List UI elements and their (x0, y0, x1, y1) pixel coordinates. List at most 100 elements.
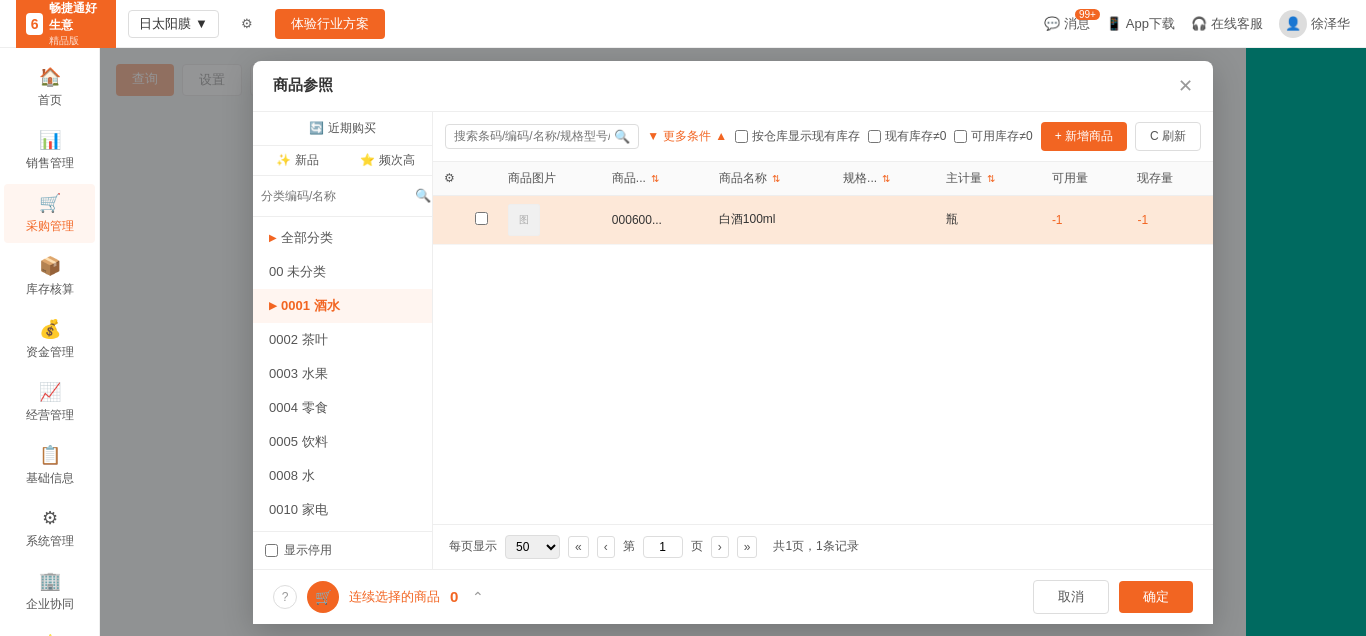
sidebar-item-operation[interactable]: 📈 经营管理 (4, 373, 95, 432)
col-available: 可用量 (1042, 162, 1128, 196)
page-number-input[interactable] (643, 536, 683, 558)
category-item-uncategorized[interactable]: 00 未分类 (253, 255, 432, 289)
confirm-button[interactable]: 确定 (1119, 581, 1193, 613)
col-spec[interactable]: 规格... ⇅ (833, 162, 936, 196)
first-page-button[interactable]: « (568, 536, 589, 558)
category-item-tea[interactable]: 0002 茶叶 (253, 323, 432, 357)
category-tabs-2: ✨ 新品 ⭐ 频次高 (253, 146, 432, 176)
table-row[interactable]: 图 000600... 白酒100ml 瓶 -1 -1 (433, 195, 1213, 244)
enterprise-icon: 🏢 (39, 570, 61, 592)
sort-code-icon: ⇅ (651, 173, 659, 184)
prev-page-button[interactable]: ‹ (597, 536, 615, 558)
sidebar-item-system[interactable]: ⚙ 系统管理 (4, 499, 95, 558)
main-layout: 🏠 首页 📊 销售管理 🛒 采购管理 📦 库存核算 💰 资金管理 📈 经营管理 … (0, 48, 1366, 636)
row-checkbox[interactable] (465, 195, 498, 244)
page-total: 共1页，1条记录 (773, 538, 858, 555)
purchase-icon: 🛒 (39, 192, 61, 214)
sidebar-item-basic[interactable]: 📋 基础信息 (4, 436, 95, 495)
sidebar-item-enterprise[interactable]: 🏢 企业协同 (4, 562, 95, 621)
search-icon[interactable]: 🔍 (415, 188, 431, 203)
available-stock-checkbox[interactable] (868, 130, 881, 143)
filter-button[interactable]: ▼ 更多条件 ▲ (647, 128, 727, 145)
tab-recent[interactable]: 🔄 近期购买 (253, 112, 432, 145)
row-name: 白酒100ml (709, 195, 833, 244)
sidebar-item-guide[interactable]: 🌟 新手引导 (4, 625, 95, 636)
col-checkbox (465, 162, 498, 196)
show-disabled-label: 显示停用 (284, 542, 332, 559)
row-select-checkbox[interactable] (475, 212, 488, 225)
sidebar: 🏠 首页 📊 销售管理 🛒 采购管理 📦 库存核算 💰 资金管理 📈 经营管理 … (0, 48, 100, 636)
add-product-button[interactable]: + 新增商品 (1041, 122, 1127, 151)
warehouse-stock-checkbox[interactable] (735, 130, 748, 143)
experience-button[interactable]: 体验行业方案 (275, 9, 385, 39)
category-item-drinks[interactable]: 0005 饮料 (253, 425, 432, 459)
sidebar-item-label: 基础信息 (26, 470, 74, 487)
filter-up-icon: ▲ (715, 129, 727, 143)
per-page-select[interactable]: 50 10 20 100 (505, 535, 560, 559)
category-list: ▶ 全部分类 00 未分类 ▶ 0001 酒水 0002 茶 (253, 217, 432, 531)
checkbox-usable-stock[interactable]: 可用库存≠0 (954, 128, 1032, 145)
app-download-button[interactable]: 📱 App下载 (1106, 15, 1175, 33)
sidebar-item-finance[interactable]: 💰 资金管理 (4, 310, 95, 369)
sidebar-item-purchase[interactable]: 🛒 采购管理 (4, 184, 95, 243)
modal-close-button[interactable]: ✕ (1178, 75, 1193, 97)
next-page-button[interactable]: › (711, 536, 729, 558)
modal-footer: ? 🛒 连续选择的商品 0 ⌃ 取消 确定 (253, 569, 1213, 624)
main-content: 查询 设置 刷新 商品参照 ✕ (100, 48, 1366, 636)
selected-products-label: 连续选择的商品 (349, 588, 440, 606)
row-available: -1 (1042, 195, 1128, 244)
online-service-button[interactable]: 🎧 在线客服 (1191, 15, 1263, 33)
recent-icon: 🔄 (309, 121, 324, 135)
row-image: 图 (498, 195, 602, 244)
sidebar-item-inventory[interactable]: 📦 库存核算 (4, 247, 95, 306)
product-table-container: ⚙ 商品图片 商品... ⇅ 商品名称 (433, 162, 1213, 524)
product-search-box: 🔍 (445, 124, 639, 149)
checkbox-available-stock[interactable]: 现有库存≠0 (868, 128, 946, 145)
modal-header: 商品参照 ✕ (253, 61, 1213, 112)
modal-title: 商品参照 (273, 76, 333, 95)
sidebar-item-sales[interactable]: 📊 销售管理 (4, 121, 95, 180)
settings-icon[interactable]: ⚙ (231, 8, 263, 40)
category-search-input[interactable] (261, 189, 411, 203)
show-disabled-checkbox[interactable] (265, 544, 278, 557)
category-item-snacks[interactable]: 0004 零食 (253, 391, 432, 425)
sort-unit-icon: ⇅ (987, 173, 995, 184)
collapse-up-icon[interactable]: ⌃ (472, 589, 484, 605)
sidebar-item-label: 库存核算 (26, 281, 74, 298)
store-selector[interactable]: 日太阳膜 ▼ (128, 10, 219, 38)
category-item-all[interactable]: ▶ 全部分类 (253, 221, 432, 255)
category-item-fruit[interactable]: 0003 水果 (253, 357, 432, 391)
avatar: 👤 (1279, 10, 1307, 38)
checkbox-warehouse-stock[interactable]: 按仓库显示现有库存 (735, 128, 860, 145)
category-item-appliance[interactable]: 0010 家电 (253, 493, 432, 527)
product-panel: 🔍 ▼ 更多条件 ▲ 按仓库显示现有库存 (433, 112, 1213, 569)
help-button[interactable]: ? (273, 585, 297, 609)
per-page-label: 每页显示 (449, 538, 497, 555)
user-menu[interactable]: 👤 徐泽华 (1279, 10, 1350, 38)
product-search-input[interactable] (454, 129, 610, 143)
sort-name-icon: ⇅ (772, 173, 780, 184)
search-icon[interactable]: 🔍 (614, 129, 630, 144)
basic-icon: 📋 (39, 444, 61, 466)
tab-frequent[interactable]: ⭐ 频次高 (343, 146, 433, 175)
col-name[interactable]: 商品名称 ⇅ (709, 162, 833, 196)
cart-icon: 🛒 (315, 589, 332, 605)
messages-button[interactable]: 💬 消息 99+ (1044, 15, 1090, 33)
usable-stock-checkbox[interactable] (954, 130, 967, 143)
new-icon: ✨ (276, 153, 291, 167)
sidebar-item-label: 企业协同 (26, 596, 74, 613)
col-unit[interactable]: 主计量 ⇅ (936, 162, 1042, 196)
refresh-button[interactable]: C 刷新 (1135, 122, 1201, 151)
row-stock: -1 (1127, 195, 1213, 244)
active-arrow-icon: ▶ (269, 300, 277, 311)
cancel-button[interactable]: 取消 (1033, 580, 1109, 614)
category-item-water[interactable]: 0008 水 (253, 459, 432, 493)
category-item-liquor[interactable]: ▶ 0001 酒水 (253, 289, 432, 323)
cart-button[interactable]: 🛒 (307, 581, 339, 613)
sidebar-item-home[interactable]: 🏠 首页 (4, 58, 95, 117)
last-page-button[interactable]: » (737, 536, 758, 558)
col-code[interactable]: 商品... ⇅ (602, 162, 709, 196)
sales-icon: 📊 (39, 129, 61, 151)
logo-icon: 6 (26, 13, 43, 35)
tab-new[interactable]: ✨ 新品 (253, 146, 343, 175)
